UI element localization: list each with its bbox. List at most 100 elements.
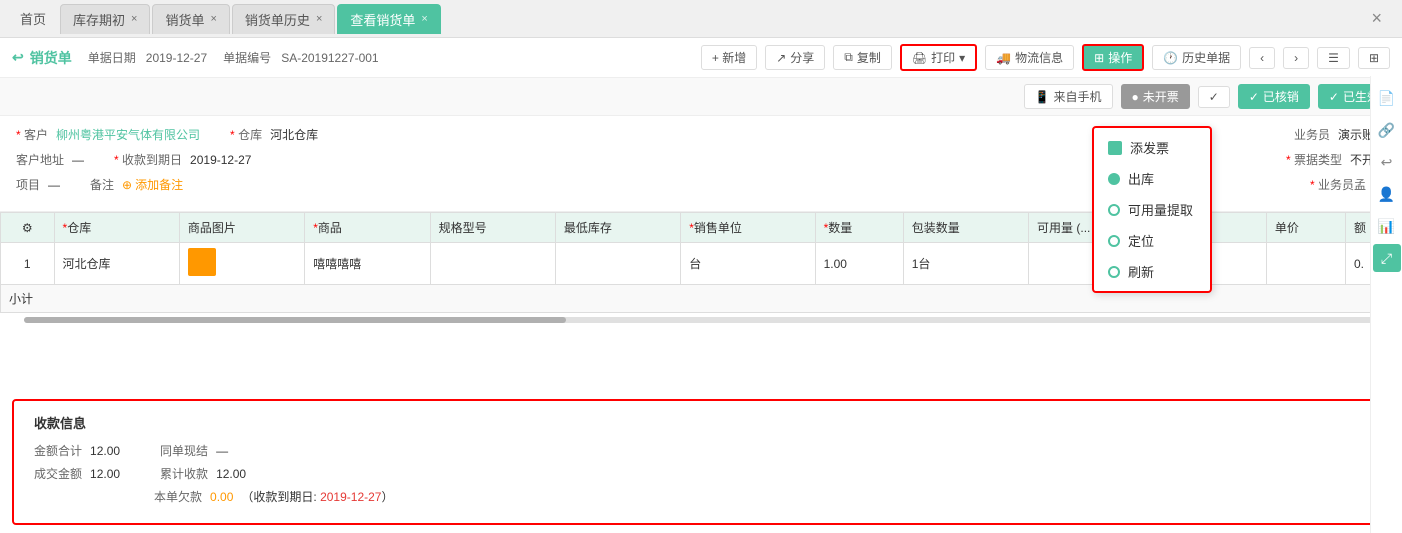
row-product: 嘻嘻嘻嘻 <box>305 243 430 285</box>
available-qty-icon <box>1108 204 1120 216</box>
history-icon: 🕐 <box>1163 51 1178 65</box>
cumulative-value: 12.00 <box>216 467 246 481</box>
close-inventory-init[interactable]: × <box>131 13 137 25</box>
project-value: — <box>48 178 60 192</box>
payment-row-1: 金额合计 12.00 同单现结 — <box>34 442 1368 459</box>
not-open-button[interactable]: ● 未开票 <box>1121 84 1190 109</box>
operation-button[interactable]: ⊞ 操作 <box>1082 44 1144 71</box>
tab-sales-order[interactable]: 销货单 × <box>152 4 229 34</box>
add-note-icon: ⊕ <box>122 178 132 192</box>
view-grid[interactable]: ⊞ <box>1358 47 1390 69</box>
new-button[interactable]: + 新增 <box>701 45 757 70</box>
row-quantity: 1.00 <box>815 243 903 285</box>
current-due-field: 本单欠款 0.00 （收款到期日: 2019-12-27） <box>154 488 393 505</box>
payment-row-3: 本单欠款 0.00 （收款到期日: 2019-12-27） <box>34 488 1368 505</box>
print-button[interactable]: 🖨 打印 ▾ <box>900 44 977 71</box>
add-note-button[interactable]: ⊕ 添加备注 <box>122 176 183 193</box>
outbound-icon <box>1108 173 1120 185</box>
sidebar-expand-icon[interactable]: ⤢ <box>1373 244 1401 272</box>
sidebar-doc-icon[interactable]: 📄 <box>1373 84 1401 112</box>
sidebar-user-icon[interactable]: 👤 <box>1373 180 1401 208</box>
available-qty-item[interactable]: 可用量提取 <box>1094 194 1210 225</box>
locate-label: 定位 <box>1128 231 1154 250</box>
scroll-indicator <box>0 313 1402 327</box>
row-sales-unit: 台 <box>681 243 815 285</box>
outbound-item[interactable]: 出库 <box>1094 163 1210 194</box>
transaction-label: 成交金额 <box>34 465 82 482</box>
col-quantity: *数量 <box>815 213 903 243</box>
single-settle-value: — <box>216 444 228 458</box>
customer-value[interactable]: 柳州粤港平安气体有限公司 <box>56 126 200 143</box>
row-unit-price <box>1266 243 1345 285</box>
locate-item[interactable]: 定位 <box>1094 225 1210 256</box>
address-field: 客户地址 — <box>16 151 84 168</box>
sidebar-return-icon[interactable]: ↩ <box>1373 148 1401 176</box>
locate-icon <box>1108 235 1120 247</box>
close-sales-order[interactable]: × <box>210 13 216 25</box>
add-invoice-item[interactable]: 添发票 <box>1094 132 1210 163</box>
col-sales-unit: *销售单位 <box>681 213 815 243</box>
single-settle-field: 同单现结 — <box>160 442 228 459</box>
row-product-img <box>179 243 304 285</box>
cumulative-field: 累计收款 12.00 <box>160 465 246 482</box>
notes-field: 备注 ⊕ 添加备注 <box>90 176 183 193</box>
operation-icon: ⊞ <box>1094 51 1104 65</box>
share-button[interactable]: ↗ 分享 <box>765 45 825 70</box>
close-view-sales[interactable]: × <box>421 13 427 25</box>
col-setting: ⚙ <box>1 213 55 243</box>
right-sidebar: 📄 🔗 ↩ 👤 📊 ⤢ <box>1370 76 1402 533</box>
single-settle-label: 同单现结 <box>160 442 208 459</box>
sidebar-link-icon[interactable]: 🔗 <box>1373 116 1401 144</box>
tab-home[interactable]: 首页 <box>8 4 58 34</box>
tab-inventory-init[interactable]: 库存期初 × <box>60 4 150 34</box>
scroll-bar-thumb <box>24 317 566 323</box>
scroll-bar[interactable] <box>24 317 1378 323</box>
from-phone-button[interactable]: 📱 来自手机 <box>1024 84 1113 109</box>
transaction-value: 12.00 <box>90 467 120 481</box>
share-icon: ↗ <box>776 51 786 65</box>
print-chevron: ▾ <box>959 51 965 65</box>
row-min-stock <box>555 243 680 285</box>
sold-out-icon: ✓ <box>1249 90 1259 104</box>
col-pack-qty: 包装数量 <box>903 213 1028 243</box>
col-spec: 规格型号 <box>430 213 555 243</box>
window-close-button[interactable]: × <box>1359 8 1394 29</box>
payment-section: 收款信息 金额合计 12.00 同单现结 — 成交金额 12.00 累计收款 1… <box>12 399 1390 525</box>
ticket-label: * 票据类型 <box>1286 151 1342 168</box>
close-sales-history[interactable]: × <box>316 13 322 25</box>
row-warehouse: 河北仓库 <box>54 243 179 285</box>
col-min-stock: 最低库存 <box>555 213 680 243</box>
history-button[interactable]: 🕐 历史单据 <box>1152 45 1241 70</box>
current-due-label: 本单欠款 <box>154 488 202 505</box>
customer-field: * 客户 柳州粤港平安气体有限公司 <box>16 126 200 143</box>
check-button[interactable]: ✓ <box>1198 86 1230 108</box>
row-pack-qty: 1台 <box>903 243 1028 285</box>
transaction-field: 成交金额 12.00 <box>34 465 120 482</box>
refresh-item[interactable]: 刷新 <box>1094 256 1210 287</box>
customer-label: * 客户 <box>16 126 48 143</box>
payment-date-field: * 收款到期日 2019-12-27 <box>114 151 251 168</box>
tab-sales-history[interactable]: 销货单历史 × <box>232 4 335 34</box>
current-due-value: 0.00 <box>210 490 233 504</box>
col-product-img: 商品图片 <box>179 213 304 243</box>
view-list[interactable]: ☰ <box>1317 47 1350 69</box>
copy-button[interactable]: ⧉ 复制 <box>833 45 892 70</box>
tab-inventory-label: 库存期初 <box>73 10 125 29</box>
nav-prev[interactable]: ‹ <box>1249 47 1275 69</box>
warehouse-label: * 仓库 <box>230 126 262 143</box>
tab-view-sales[interactable]: 查看销货单 × <box>337 4 440 34</box>
add-invoice-label: 添发票 <box>1130 138 1169 157</box>
payment-row-2: 成交金额 12.00 累计收款 12.00 <box>34 465 1368 482</box>
address-value: — <box>72 153 84 167</box>
project-label: 项目 <box>16 176 40 193</box>
add-invoice-icon <box>1108 141 1122 155</box>
doc-icon: ↩ <box>12 49 24 66</box>
sidebar-chart-icon[interactable]: 📊 <box>1373 212 1401 240</box>
refresh-icon <box>1108 266 1120 278</box>
payment-title: 收款信息 <box>34 413 1368 432</box>
tab-sales-label: 销货单 <box>165 10 204 29</box>
logistics-button[interactable]: 🚚 物流信息 <box>985 45 1074 70</box>
sold-out-button[interactable]: ✓ 已核销 <box>1238 84 1310 109</box>
nav-next[interactable]: › <box>1283 47 1309 69</box>
check-icon: ✓ <box>1209 90 1219 104</box>
